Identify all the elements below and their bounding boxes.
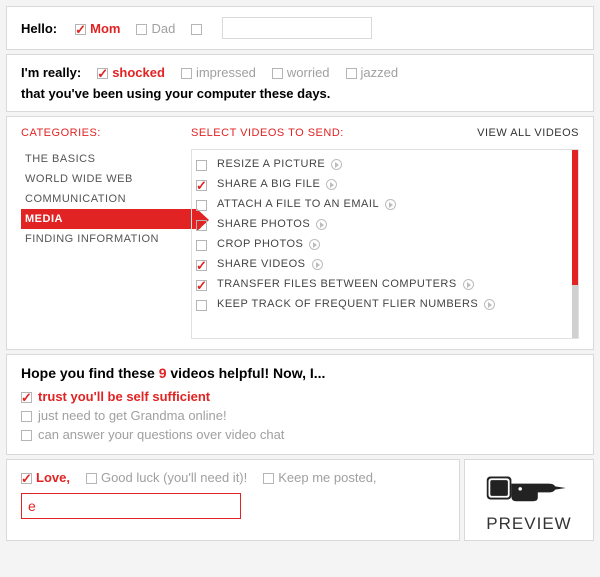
checkbox-icon <box>196 200 207 211</box>
hope-opt-video-chat[interactable]: can answer your questions over video cha… <box>21 425 579 444</box>
bottom-row: Love, Good luck (you'll need it)! Keep m… <box>6 459 594 541</box>
hello-label: Hello: <box>21 21 57 36</box>
checkbox-icon <box>196 220 207 231</box>
hope-panel: Hope you find these 9 videos helpful! No… <box>6 354 594 455</box>
videos-column: SELECT VIDEOS TO SEND: VIEW ALL VIDEOS R… <box>191 127 579 339</box>
preview-button[interactable]: PREVIEW <box>464 459 594 541</box>
hello-opt-mom[interactable]: Mom <box>75 21 120 36</box>
scrollbar-thumb[interactable] <box>572 150 578 285</box>
video-item[interactable]: SHARE VIDEOS <box>196 254 570 274</box>
checkbox-icon <box>21 430 32 441</box>
category-finding-information[interactable]: FINDING INFORMATION <box>21 229 181 249</box>
play-icon[interactable] <box>463 279 474 290</box>
scrollbar-track[interactable] <box>572 285 578 338</box>
checkbox-icon <box>196 240 207 251</box>
videos-title: SELECT VIDEOS TO SEND: <box>191 127 344 139</box>
closing-opt-goodluck[interactable]: Good luck (you'll need it)! <box>86 470 247 485</box>
preview-label: PREVIEW <box>486 514 571 534</box>
pointing-hand-icon <box>484 466 574 510</box>
videos-list: RESIZE A PICTURE SHARE A BIG FILE ATTACH… <box>191 149 579 339</box>
closing-panel: Love, Good luck (you'll need it)! Keep m… <box>6 459 460 541</box>
category-media[interactable]: MEDIA <box>21 209 197 229</box>
media-panel: CATEGORIES: THE BASICS WORLD WIDE WEB CO… <box>6 116 594 350</box>
video-item[interactable]: SHARE A BIG FILE <box>196 174 570 194</box>
category-the-basics[interactable]: THE BASICS <box>21 149 181 169</box>
hope-opt-self-sufficient[interactable]: trust you'll be self sufficient <box>21 387 579 406</box>
hope-line: Hope you find these 9 videos helpful! No… <box>21 365 579 381</box>
really-opt-worried[interactable]: worried <box>272 65 330 80</box>
checkbox-icon <box>97 68 108 79</box>
video-item[interactable]: SHARE PHOTOS <box>196 214 570 234</box>
play-icon[interactable] <box>331 159 342 170</box>
closing-opt-keepposted[interactable]: Keep me posted, <box>263 470 376 485</box>
play-icon[interactable] <box>385 199 396 210</box>
hello-opt-blank[interactable] <box>191 23 206 34</box>
really-suffix: that you've been using your computer the… <box>21 86 579 101</box>
hello-panel: Hello: Mom Dad <box>6 6 594 50</box>
checkbox-icon <box>346 68 357 79</box>
play-icon[interactable] <box>316 219 327 230</box>
hello-opt-dad[interactable]: Dad <box>136 21 175 36</box>
really-prefix: I'm really: <box>21 65 81 80</box>
really-panel: I'm really: shocked impressed worried ja… <box>6 54 594 112</box>
play-icon[interactable] <box>326 179 337 190</box>
checkbox-icon <box>181 68 192 79</box>
checkbox-icon <box>263 473 274 484</box>
checkbox-icon <box>196 160 207 171</box>
category-world-wide-web[interactable]: WORLD WIDE WEB <box>21 169 181 189</box>
video-item[interactable]: KEEP TRACK OF FREQUENT FLIER NUMBERS <box>196 294 570 314</box>
checkbox-icon <box>272 68 283 79</box>
closing-opt-love[interactable]: Love, <box>21 470 70 485</box>
checkbox-icon <box>191 24 202 35</box>
checkbox-icon <box>196 280 207 291</box>
checkbox-icon <box>86 473 97 484</box>
hope-opt-grandma[interactable]: just need to get Grandma online! <box>21 406 579 425</box>
checkbox-icon <box>21 392 32 403</box>
video-item[interactable]: RESIZE A PICTURE <box>196 154 570 174</box>
checkbox-icon <box>21 411 32 422</box>
checkbox-icon <box>196 180 207 191</box>
video-item[interactable]: ATTACH A FILE TO AN EMAIL <box>196 194 570 214</box>
checkbox-icon <box>136 24 147 35</box>
categories-column: CATEGORIES: THE BASICS WORLD WIDE WEB CO… <box>21 127 181 339</box>
signature-input[interactable]: e <box>21 493 241 519</box>
category-communication[interactable]: COMMUNICATION <box>21 189 181 209</box>
really-opt-jazzed[interactable]: jazzed <box>346 65 399 80</box>
really-opt-shocked[interactable]: shocked <box>97 65 165 80</box>
checkbox-icon <box>21 473 32 484</box>
play-icon[interactable] <box>484 299 495 310</box>
categories-title: CATEGORIES: <box>21 127 181 139</box>
really-opt-impressed[interactable]: impressed <box>181 65 256 80</box>
view-all-videos[interactable]: VIEW ALL VIDEOS <box>477 127 579 139</box>
play-icon[interactable] <box>312 259 323 270</box>
hello-custom-input[interactable] <box>222 17 372 39</box>
checkbox-icon <box>196 300 207 311</box>
video-item[interactable]: CROP PHOTOS <box>196 234 570 254</box>
checkbox-icon <box>75 24 86 35</box>
video-item[interactable]: TRANSFER FILES BETWEEN COMPUTERS <box>196 274 570 294</box>
play-icon[interactable] <box>309 239 320 250</box>
checkbox-icon <box>196 260 207 271</box>
